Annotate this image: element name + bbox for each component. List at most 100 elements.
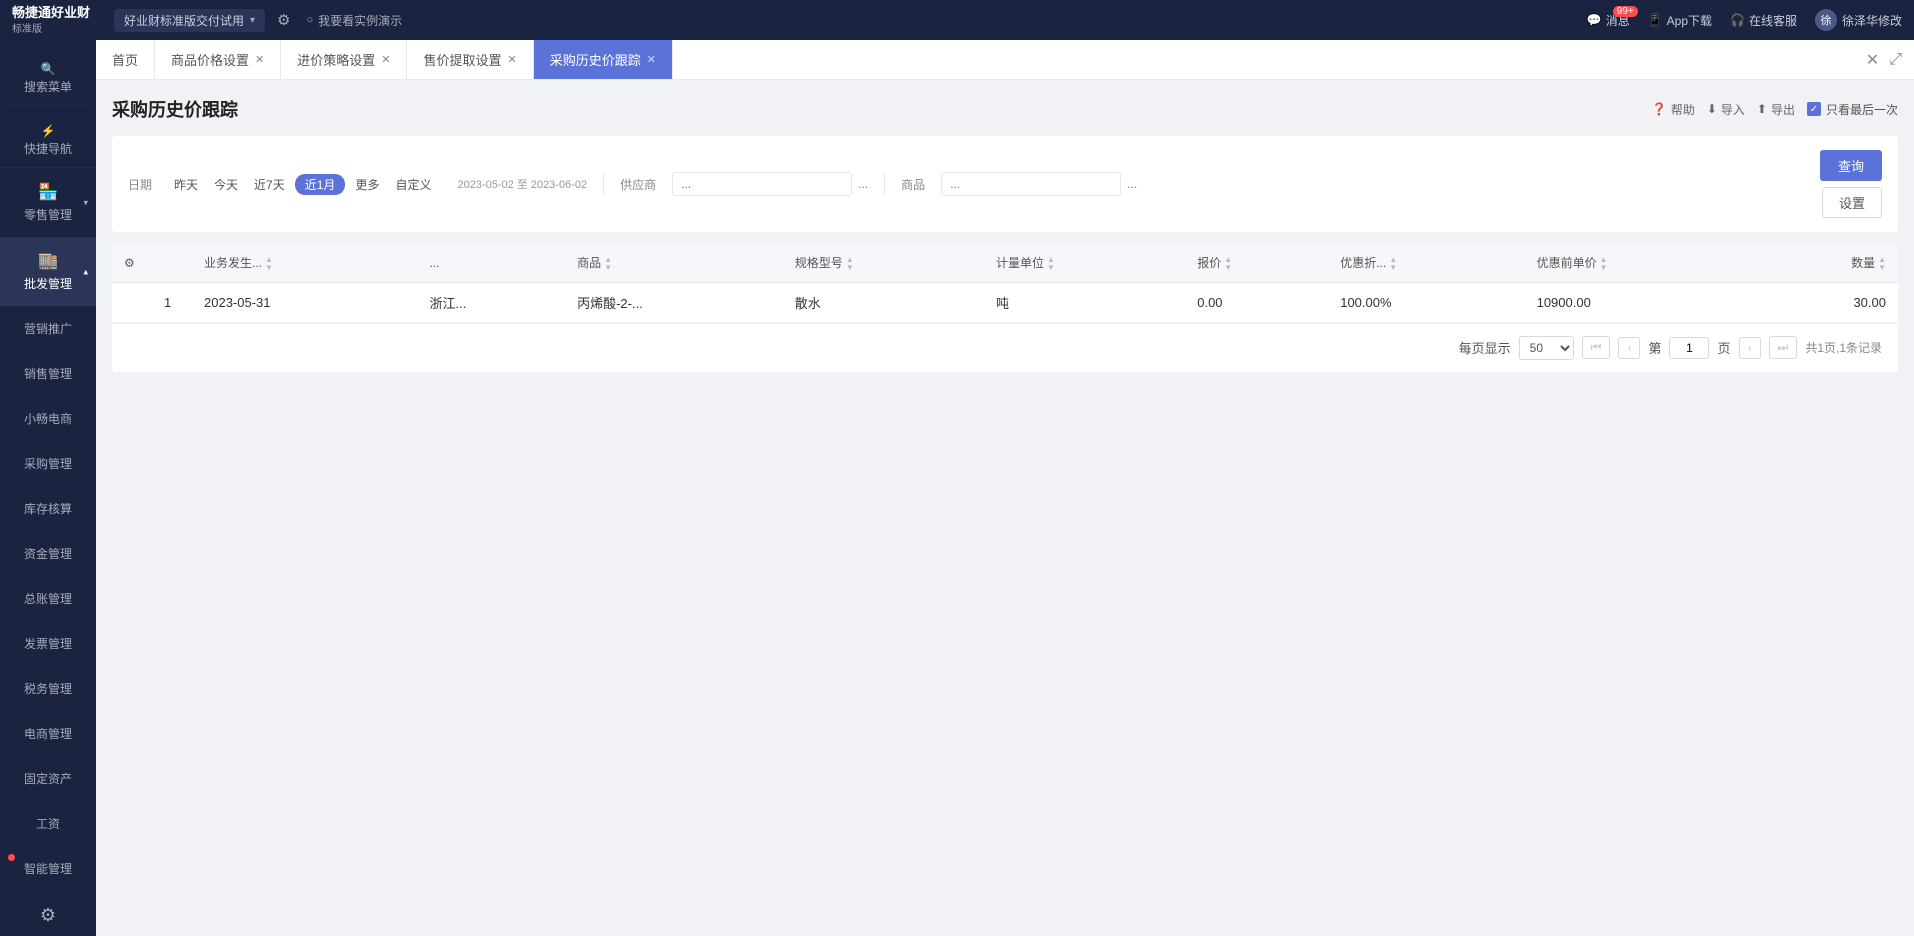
sidebar-item-smart[interactable]: 智能管理 [0, 846, 96, 891]
col-spec[interactable]: 规格型号▲▼ [783, 244, 984, 282]
col-more[interactable]: ... [417, 244, 565, 282]
date-btn-more[interactable]: 更多 [349, 174, 385, 195]
cell-goods: 丙烯酸-2-... [565, 282, 783, 322]
sidebar-item-invoice[interactable]: 发票管理 [0, 621, 96, 666]
col-quote[interactable]: 报价▲▼ [1185, 244, 1328, 282]
sidebar-item-tax[interactable]: 税务管理 [0, 666, 96, 711]
user-button[interactable]: 徐 徐泽华修改 [1815, 9, 1902, 31]
col-discount[interactable]: 优惠折...▲▼ [1328, 244, 1524, 282]
version-selector[interactable]: 好业财标准版交付试用 ▾ [114, 9, 265, 32]
supplier-more-btn[interactable]: ... [858, 177, 868, 191]
sort-icon: ▲▼ [1600, 256, 1608, 272]
date-btn-custom[interactable]: 自定义 [389, 174, 437, 195]
export-label: 导出 [1771, 101, 1795, 118]
last-only-checkbox[interactable]: ✓ [1807, 102, 1821, 116]
close-tab-icon[interactable]: ✕ [508, 53, 517, 66]
sidebar-gear-icon[interactable]: ⚙ [40, 905, 56, 926]
filter-settings-button[interactable]: 设置 [1822, 187, 1882, 218]
sidebar-search-area: 🔍 搜索菜单 [0, 40, 96, 114]
import-label: 导入 [1721, 101, 1745, 118]
first-page-button[interactable]: ⏮ [1582, 336, 1611, 359]
import-link[interactable]: ⬇ 导入 [1707, 101, 1745, 118]
sidebar-item-sales[interactable]: 销售管理 [0, 351, 96, 396]
cell-quantity: 30.00 [1755, 282, 1898, 322]
sidebar-item-payroll[interactable]: 工资 [0, 801, 96, 846]
sidebar-item-label: 工资 [36, 815, 60, 832]
filter-divider-2 [884, 174, 885, 194]
sidebar-item-label: 库存核算 [24, 500, 72, 517]
col-goods[interactable]: 商品▲▼ [565, 244, 783, 282]
query-button[interactable]: 查询 [1820, 150, 1882, 181]
help-label: 帮助 [1671, 101, 1695, 118]
maximize-tab-button[interactable]: ⤢ [1885, 47, 1906, 73]
online-service-label: 在线客服 [1749, 12, 1797, 29]
sort-icon: ▲▼ [1878, 256, 1886, 272]
close-tab-icon[interactable]: ✕ [255, 53, 264, 66]
cell-pre-discount: 10900.00 [1525, 282, 1755, 322]
date-filter-label: 日期 [128, 176, 152, 193]
quick-nav-icon: ⚡ [41, 124, 56, 138]
help-link[interactable]: ❓ 帮助 [1652, 101, 1695, 118]
tab-purchase-strategy[interactable]: 进价策略设置 ✕ [281, 40, 407, 79]
per-page-select[interactable]: 50 10 20 100 [1519, 336, 1574, 360]
sidebar-item-ledger[interactable]: 总账管理 [0, 576, 96, 621]
date-btn-yesterday[interactable]: 昨天 [168, 174, 204, 195]
sort-icon: ▲▼ [846, 256, 854, 272]
sidebar-item-finance[interactable]: 资金管理 [0, 531, 96, 576]
next-page-button[interactable]: › [1739, 337, 1761, 359]
sidebar-quick-nav[interactable]: ⚡ 快捷导航 [0, 114, 96, 168]
settings-icon[interactable]: ⚙ [277, 11, 290, 29]
tab-purchase-history[interactable]: 采购历史价跟踪 ✕ [534, 40, 673, 79]
col-quantity[interactable]: 数量▲▼ [1755, 244, 1898, 282]
col-unit[interactable]: 计量单位▲▼ [984, 244, 1185, 282]
app-icon: 📱 [1648, 13, 1663, 27]
date-btn-7days[interactable]: 近7天 [248, 174, 291, 195]
sidebar-item-label: 采购管理 [24, 455, 72, 472]
goods-filter-label: 商品 [901, 176, 925, 193]
sidebar-item-purchase[interactable]: 采购管理 [0, 441, 96, 486]
close-tab-icon[interactable]: ✕ [647, 53, 656, 66]
page-label: 第 [1648, 338, 1661, 357]
col-pre-discount[interactable]: 优惠前单价▲▼ [1525, 244, 1755, 282]
sidebar-item-retail[interactable]: 🏪 零售管理 ▾ [0, 168, 96, 237]
online-service-button[interactable]: 🎧 在线客服 [1730, 12, 1797, 29]
sidebar-item-marketing[interactable]: 营销推广 [0, 306, 96, 351]
goods-more-btn[interactable]: ... [1127, 177, 1137, 191]
filter-right-buttons: 查询 设置 [1820, 150, 1882, 218]
messages-button[interactable]: 💬 消息 99+ [1587, 12, 1630, 29]
sidebar-item-wholesale[interactable]: 🏬 批发管理 ▴ [0, 237, 96, 306]
logo-sub: 标准版 [12, 20, 42, 35]
page-content: 采购历史价跟踪 ❓ 帮助 ⬇ 导入 ⬆ 导出 ✓ [96, 80, 1914, 936]
page-input[interactable] [1669, 337, 1709, 359]
last-only-checkbox-label[interactable]: ✓ 只看最后一次 [1807, 101, 1898, 118]
sidebar-item-label: 销售管理 [24, 365, 72, 382]
close-tab-button[interactable]: ✕ [1862, 46, 1883, 74]
search-menu-button[interactable]: 🔍 搜索菜单 [6, 52, 90, 106]
cell-quote: 0.00 [1185, 282, 1328, 322]
cell-seq: 1 [152, 282, 192, 322]
supplier-input[interactable] [672, 172, 852, 196]
sidebar-item-ecommerce-small[interactable]: 小畅电商 [0, 396, 96, 441]
version-label: 好业财标准版交付试用 [124, 12, 244, 29]
sidebar-item-label: 税务管理 [24, 680, 72, 697]
close-tab-icon[interactable]: ✕ [381, 53, 390, 66]
tab-home[interactable]: 首页 [96, 40, 155, 79]
col-biz-date[interactable]: 业务发生...▲▼ [192, 244, 417, 282]
export-link[interactable]: ⬆ 导出 [1757, 101, 1795, 118]
col-settings[interactable]: ⚙ [112, 244, 152, 282]
goods-input[interactable] [941, 172, 1121, 196]
date-btn-today[interactable]: 今天 [208, 174, 244, 195]
app-download-button[interactable]: 📱 App下载 [1648, 12, 1712, 29]
tab-price-setting[interactable]: 商品价格设置 ✕ [155, 40, 281, 79]
tab-sale-price[interactable]: 售价提取设置 ✕ [407, 40, 533, 79]
prev-page-button[interactable]: ‹ [1618, 337, 1640, 359]
sidebar-item-inventory[interactable]: 库存核算 [0, 486, 96, 531]
filter-divider [603, 174, 604, 194]
sidebar-item-assets[interactable]: 固定资产 [0, 756, 96, 801]
content-area: 首页 商品价格设置 ✕ 进价策略设置 ✕ 售价提取设置 ✕ 采购历史价跟踪 ✕ … [96, 40, 1914, 936]
last-page-button[interactable]: ⏭ [1769, 336, 1798, 359]
date-btn-1month[interactable]: 近1月 [295, 174, 346, 195]
demo-link[interactable]: 我要看实例演示 [307, 12, 403, 29]
sidebar-item-ecommerce[interactable]: 电商管理 [0, 711, 96, 756]
table-header-row: ⚙ 业务发生...▲▼ ... 商品▲▼ 规格型号▲▼ [112, 244, 1898, 282]
